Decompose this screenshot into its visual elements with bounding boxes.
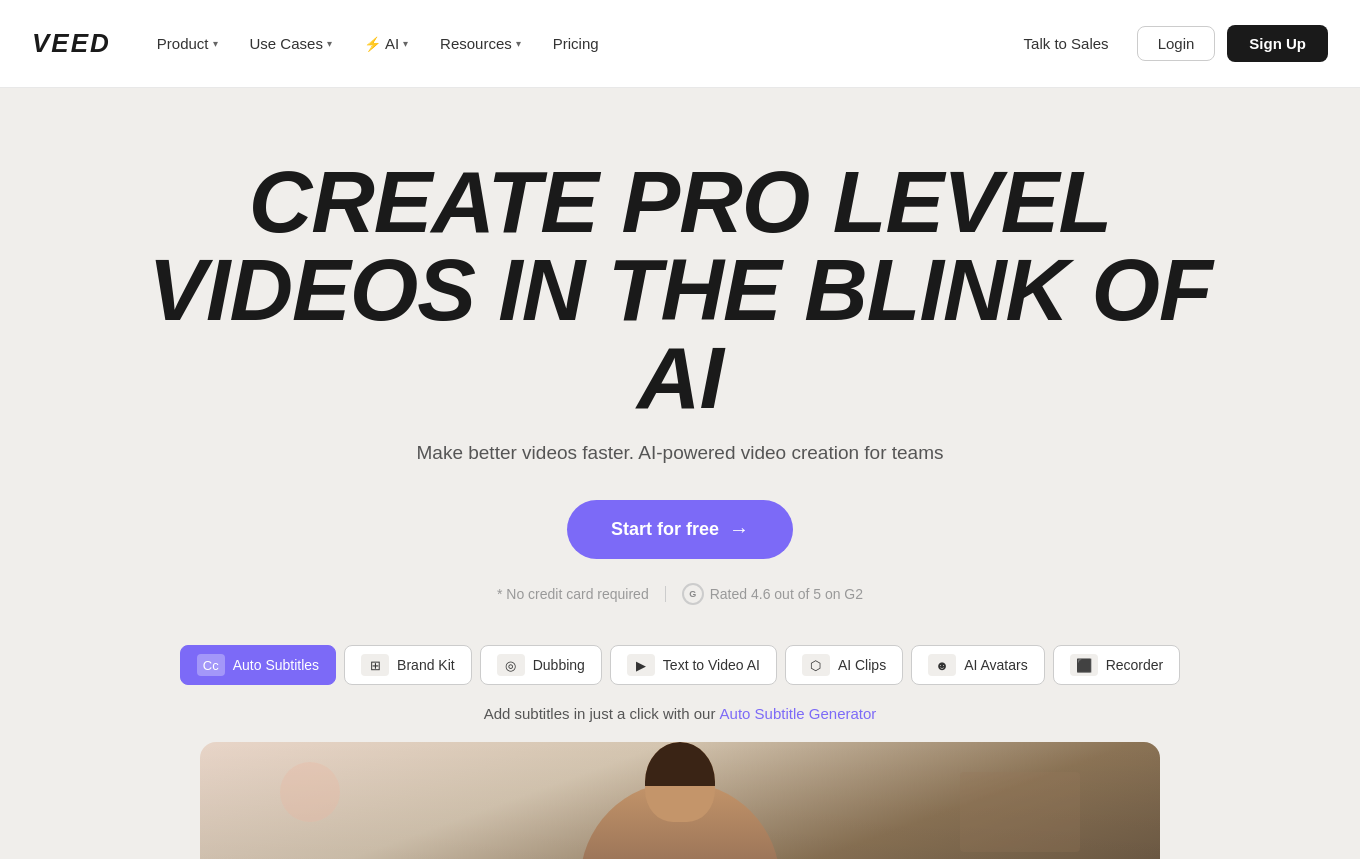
nav-item-pricing[interactable]: Pricing <box>539 27 613 60</box>
nav-links: Product ▾ Use Cases ▾ ⚡ AI ▾ Resources ▾… <box>143 27 613 60</box>
cta-label: Start for free <box>611 519 719 540</box>
chevron-down-icon: ▾ <box>403 38 408 49</box>
nav-right: Talk to Sales Login Sign Up <box>1008 25 1328 62</box>
chevron-down-icon: ▾ <box>327 38 332 49</box>
person-body <box>580 782 780 859</box>
tab-dubbing[interactable]: ◎ Dubbing <box>480 645 602 685</box>
video-person <box>200 742 1160 859</box>
hero-title-line1: CREATE PRO LEVEL <box>249 152 1111 251</box>
no-credit-card-text: * No credit card required <box>497 586 649 602</box>
nav-label-resources: Resources <box>440 35 512 52</box>
nav-item-resources[interactable]: Resources ▾ <box>426 27 535 60</box>
divider <box>665 586 666 602</box>
tab-label-ai-avatars: AI Avatars <box>964 657 1028 673</box>
person-hair <box>645 742 715 786</box>
tab-ai-avatars[interactable]: ☻ AI Avatars <box>911 645 1045 685</box>
feature-desc-text: Add subtitles in just a click with our <box>484 705 716 722</box>
tab-label-text-to-video: Text to Video AI <box>663 657 760 673</box>
video-preview <box>200 742 1160 859</box>
tab-text-to-video[interactable]: ▶ Text to Video AI <box>610 645 777 685</box>
hero-section: CREATE PRO LEVEL VIDEOS IN THE BLINK OF … <box>0 88 1360 859</box>
tab-brand-kit[interactable]: ⊞ Brand Kit <box>344 645 472 685</box>
nav-label-ai: AI <box>385 35 399 52</box>
tab-label-brand-kit: Brand Kit <box>397 657 455 673</box>
tab-label-dubbing: Dubbing <box>533 657 585 673</box>
chevron-down-icon: ▾ <box>516 38 521 49</box>
g2-logo: G <box>682 583 704 605</box>
ai-avatars-icon: ☻ <box>928 654 956 676</box>
start-for-free-button[interactable]: Start for free → <box>567 500 793 559</box>
subtitles-icon: Cc <box>197 654 225 676</box>
hero-title-line2: VIDEOS IN THE BLINK OF AI <box>148 240 1211 427</box>
tab-label-recorder: Recorder <box>1106 657 1164 673</box>
arrow-right-icon: → <box>729 518 749 541</box>
nav-label-pricing: Pricing <box>553 35 599 52</box>
hero-subtitle: Make better videos faster. AI-powered vi… <box>417 442 944 464</box>
tab-auto-subtitles[interactable]: Cc Auto Subtitles <box>180 645 336 685</box>
hero-meta: * No credit card required G Rated 4.6 ou… <box>497 583 863 605</box>
nav-label-use-cases: Use Cases <box>250 35 323 52</box>
nav-item-ai[interactable]: ⚡ AI ▾ <box>350 27 422 60</box>
g2-rating: Rated 4.6 out of 5 on G2 <box>710 586 863 602</box>
auto-subtitle-generator-link[interactable]: Auto Subtitle Generator <box>720 705 877 722</box>
talk-to-sales-button[interactable]: Talk to Sales <box>1008 27 1125 60</box>
nav-item-use-cases[interactable]: Use Cases ▾ <box>236 27 346 60</box>
feature-description: Add subtitles in just a click with our A… <box>484 705 877 722</box>
person-head <box>645 742 715 822</box>
tab-recorder[interactable]: ⬛ Recorder <box>1053 645 1181 685</box>
ai-clips-icon: ⬡ <box>802 654 830 676</box>
feature-tabs: Cc Auto Subtitles ⊞ Brand Kit ◎ Dubbing … <box>180 645 1181 685</box>
chevron-down-icon: ▾ <box>213 38 218 49</box>
hero-title: CREATE PRO LEVEL VIDEOS IN THE BLINK OF … <box>130 158 1230 422</box>
logo[interactable]: VEED <box>32 28 111 59</box>
g2-badge: G Rated 4.6 out of 5 on G2 <box>682 583 863 605</box>
tab-ai-clips[interactable]: ⬡ AI Clips <box>785 645 903 685</box>
tab-label-ai-clips: AI Clips <box>838 657 886 673</box>
nav-item-product[interactable]: Product ▾ <box>143 27 232 60</box>
lightning-icon: ⚡ <box>364 36 381 52</box>
dubbing-icon: ◎ <box>497 654 525 676</box>
nav-label-product: Product <box>157 35 209 52</box>
nav-left: VEED Product ▾ Use Cases ▾ ⚡ AI ▾ Resour… <box>32 27 613 60</box>
navbar: VEED Product ▾ Use Cases ▾ ⚡ AI ▾ Resour… <box>0 0 1360 88</box>
text-to-video-icon: ▶ <box>627 654 655 676</box>
recorder-icon: ⬛ <box>1070 654 1098 676</box>
login-button[interactable]: Login <box>1137 26 1216 61</box>
brand-kit-icon: ⊞ <box>361 654 389 676</box>
signup-button[interactable]: Sign Up <box>1227 25 1328 62</box>
tab-label-auto-subtitles: Auto Subtitles <box>233 657 319 673</box>
